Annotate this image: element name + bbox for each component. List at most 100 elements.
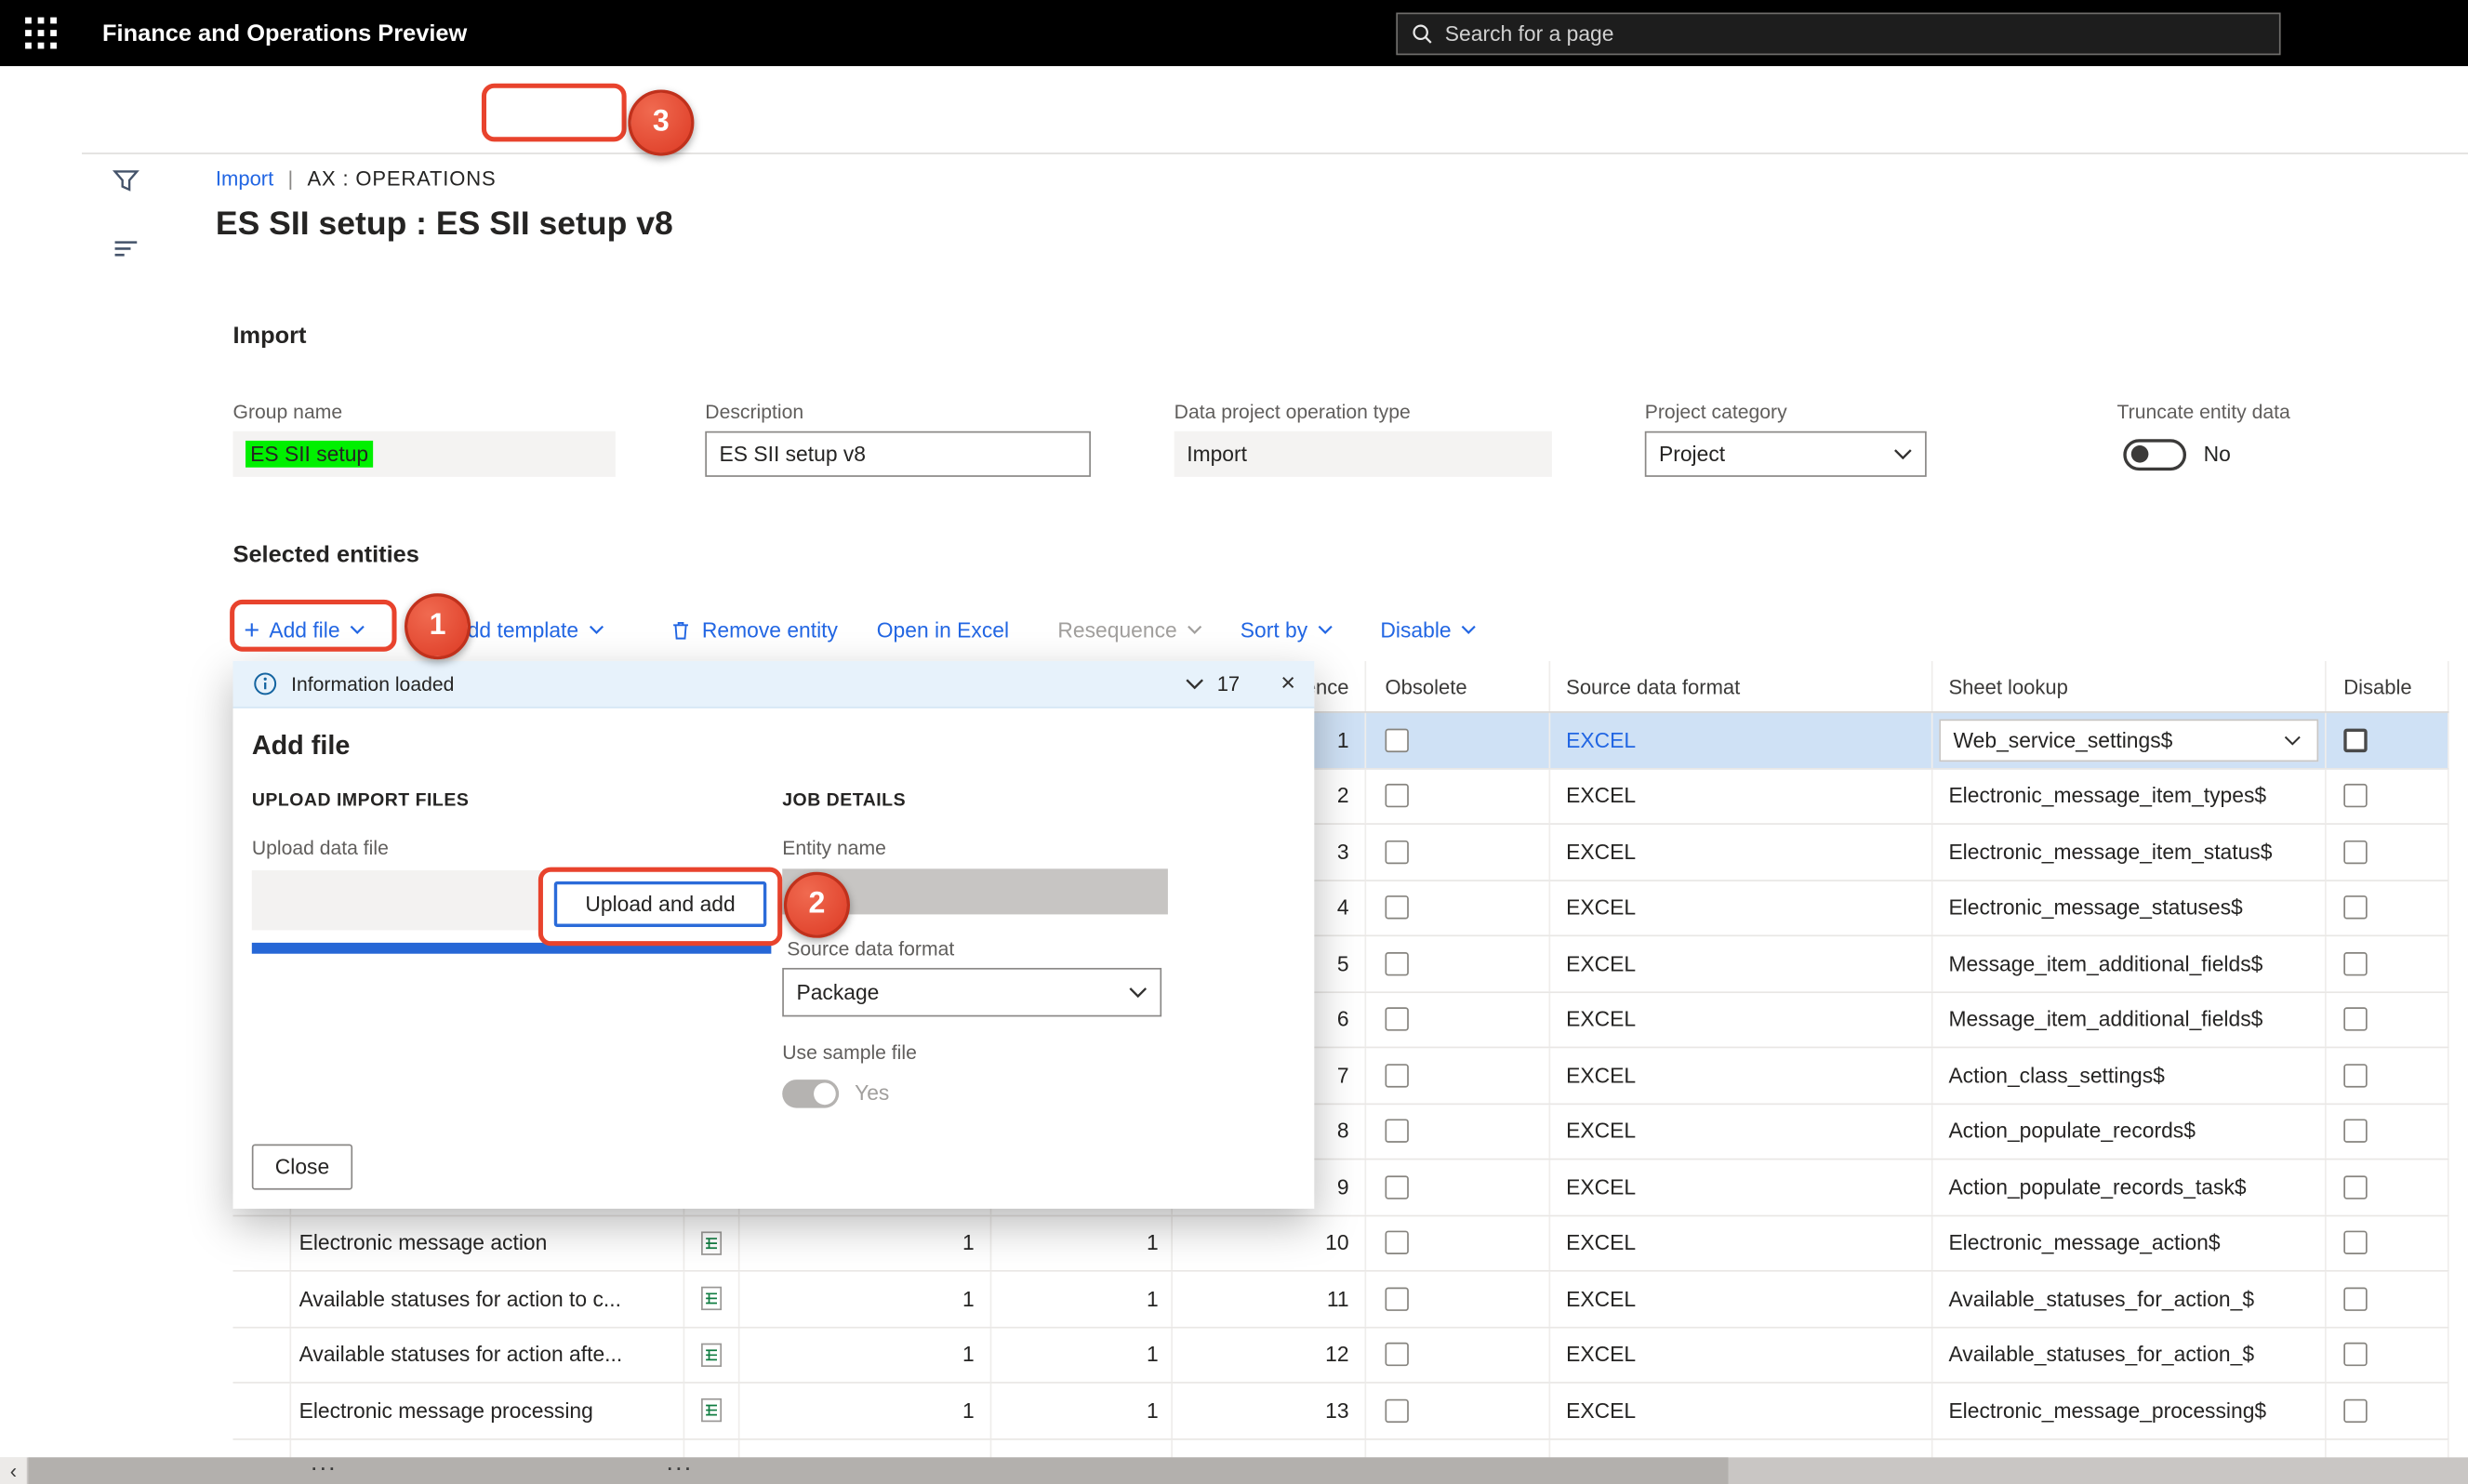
add-template-button[interactable]: Add template — [453, 611, 604, 649]
disable-checkbox[interactable] — [2343, 1287, 2368, 1311]
page-search[interactable] — [1396, 12, 2281, 56]
breadcrumb-import-link[interactable]: Import — [216, 166, 273, 190]
resequence-button: Resequence — [1057, 611, 1201, 649]
operation-type-label: Data project operation type — [1174, 401, 1411, 424]
source-format-select[interactable]: Package — [782, 967, 1162, 1017]
group-name-field[interactable]: ES SII setup — [232, 431, 616, 477]
project-category-label: Project category — [1644, 401, 1787, 424]
disable-checkbox[interactable] — [2343, 1063, 2368, 1088]
excel-file-icon — [701, 1398, 723, 1423]
table-row[interactable]: Electronic message action 1 1 10 EXCEL E… — [232, 1215, 2449, 1272]
disable-checkbox[interactable] — [2343, 784, 2368, 808]
excel-file-icon — [701, 1231, 723, 1255]
dialog-title: Add file — [251, 730, 351, 761]
upload-progress-bar — [251, 942, 772, 954]
description-value: ES SII setup v8 — [719, 442, 867, 467]
dialog-close-button[interactable]: Close — [251, 1144, 353, 1190]
sheet-lookup-select[interactable]: Web_service_settings$ — [1939, 719, 2319, 762]
search-icon — [1413, 24, 1432, 44]
add-file-button[interactable]: + Add file — [244, 611, 365, 649]
obsolete-checkbox[interactable] — [1385, 1063, 1409, 1088]
upload-and-add-button[interactable]: Upload and add — [553, 881, 767, 927]
close-icon[interactable]: × — [1280, 669, 1295, 697]
table-row[interactable]: Available statuses for action afte... 1 … — [232, 1327, 2449, 1384]
trash-icon — [673, 621, 688, 639]
obsolete-checkbox[interactable] — [1385, 1231, 1409, 1255]
col-disable: Disable — [2327, 660, 2449, 712]
upload-file-area[interactable] — [251, 870, 542, 931]
col-sheet-lookup: Sheet lookup — [1933, 660, 2327, 712]
source-format-value: Package — [796, 980, 880, 1004]
operation-type-value: Import — [1187, 442, 1247, 467]
annotation-badge-1: 1 — [404, 593, 471, 660]
breadcrumb: Import | AX : OPERATIONS — [216, 166, 497, 190]
info-count-badge: 17 — [1216, 671, 1241, 696]
obsolete-checkbox[interactable] — [1385, 951, 1409, 975]
obsolete-checkbox[interactable] — [1385, 1174, 1409, 1199]
obsolete-checkbox[interactable] — [1385, 1007, 1409, 1032]
disable-checkbox[interactable] — [2343, 1398, 2368, 1423]
disable-checkbox[interactable] — [2343, 1007, 2368, 1032]
col-source-data-format: Source data format — [1550, 660, 1933, 712]
filter-lines-icon[interactable] — [110, 232, 141, 263]
truncate-label: Truncate entity data — [2116, 401, 2290, 424]
truncate-toggle[interactable] — [2123, 439, 2187, 471]
info-bar: Information loaded 17 × — [232, 660, 1315, 709]
import-section-title: Import — [232, 322, 307, 350]
source-format-label: Source data format — [787, 937, 955, 961]
obsolete-checkbox[interactable] — [1385, 784, 1409, 808]
excel-file-icon — [701, 1343, 723, 1367]
truncate-value: No — [2203, 442, 2231, 467]
horizontal-scrollbar[interactable]: ‹ ··· ··· — [0, 1457, 2468, 1484]
obsolete-checkbox[interactable] — [1385, 1287, 1409, 1311]
left-nav-rail — [0, 66, 83, 1458]
group-name-value: ES SII setup — [245, 440, 374, 468]
annotation-badge-2: 2 — [783, 871, 851, 938]
disable-checkbox[interactable] — [2343, 1174, 2368, 1199]
chevron-down-icon[interactable] — [1186, 679, 1204, 690]
table-row[interactable]: Electronic message processing 1 1 13 EXC… — [232, 1383, 2449, 1439]
disable-checkbox[interactable] — [2343, 728, 2368, 752]
description-field[interactable]: ES SII setup v8 — [705, 431, 1091, 477]
sort-by-button[interactable]: Sort by — [1241, 611, 1333, 649]
obsolete-checkbox[interactable] — [1385, 728, 1409, 752]
obsolete-checkbox[interactable] — [1385, 895, 1409, 920]
annotation-badge-3: 3 — [628, 89, 695, 156]
disable-checkbox[interactable] — [2343, 951, 2368, 975]
scroll-left-button[interactable]: ‹ — [0, 1457, 27, 1484]
scrollbar-grip-dots: ··· — [667, 1460, 695, 1480]
scrollbar-thumb[interactable] — [28, 1457, 1729, 1484]
chevron-down-icon — [1894, 449, 1912, 460]
project-category-select[interactable]: Project — [1644, 431, 1927, 477]
description-label: Description — [705, 401, 804, 424]
operation-type-field: Import — [1174, 431, 1552, 477]
chevron-down-icon — [1461, 625, 1476, 634]
disable-button[interactable]: Disable — [1380, 611, 1476, 649]
disable-checkbox[interactable] — [2343, 840, 2368, 864]
table-row[interactable]: Available statuses for action to c... 1 … — [232, 1271, 2449, 1328]
chevron-down-icon — [1129, 987, 1148, 999]
sample-file-value: Yes — [855, 1080, 890, 1106]
sample-file-label: Use sample file — [782, 1041, 917, 1065]
app-window: Finance and Operations Preview Save + Ne… — [0, 0, 2468, 1484]
disable-checkbox[interactable] — [2343, 895, 2368, 920]
job-details-heading: JOB DETAILS — [782, 791, 907, 811]
obsolete-checkbox[interactable] — [1385, 1343, 1409, 1367]
chevron-down-icon — [2284, 735, 2301, 746]
disable-checkbox[interactable] — [2343, 1343, 2368, 1367]
disable-checkbox[interactable] — [2343, 1231, 2368, 1255]
col-obsolete: Obsolete — [1366, 660, 1551, 712]
app-launcher-icon[interactable] — [19, 13, 62, 54]
disable-checkbox[interactable] — [2343, 1119, 2368, 1144]
obsolete-checkbox[interactable] — [1385, 1398, 1409, 1423]
obsolete-checkbox[interactable] — [1385, 1119, 1409, 1144]
filter-funnel-icon[interactable] — [110, 166, 141, 197]
group-name-label: Group name — [232, 401, 343, 424]
obsolete-checkbox[interactable] — [1385, 840, 1409, 864]
page-search-input[interactable] — [1444, 21, 2267, 46]
table-row[interactable] — [233, 1438, 2449, 1458]
open-in-excel-button[interactable]: Open in Excel — [877, 611, 1009, 649]
remove-entity-button[interactable]: Remove entity — [669, 611, 838, 649]
project-category-value: Project — [1659, 442, 1726, 467]
entity-name-label: Entity name — [782, 837, 886, 860]
